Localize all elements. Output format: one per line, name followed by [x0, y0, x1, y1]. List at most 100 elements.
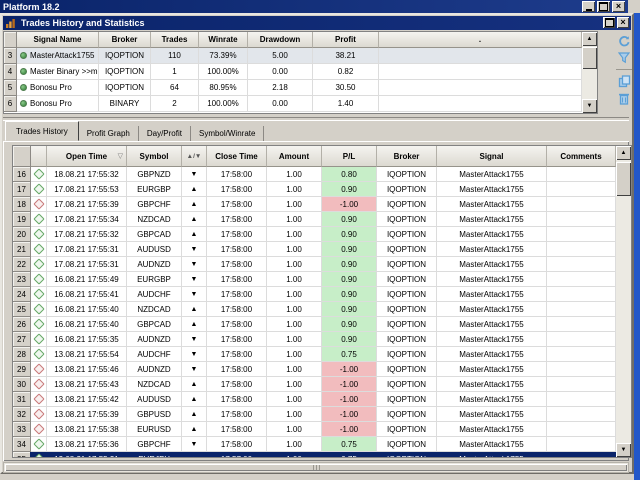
- profit-cell: 38.21: [313, 48, 379, 64]
- col-pl[interactable]: P/L: [322, 146, 377, 167]
- signal-cell: MasterAttack1755: [437, 392, 547, 407]
- symbol-cell: GBPNZD: [127, 167, 182, 182]
- signal-row[interactable]: 5 Bonosu Pro IQOPTION 64 80.95% 2.18 30.…: [4, 80, 582, 96]
- open-time-cell: 13.08.21 17:55:54: [47, 347, 127, 362]
- comments-cell: [547, 197, 616, 212]
- comments-cell: [547, 242, 616, 257]
- extra-cell: [379, 64, 582, 80]
- trades-scrollbar[interactable]: ▲ ▼: [616, 146, 631, 457]
- scroll-down-icon[interactable]: ▼: [616, 443, 631, 457]
- trade-row[interactable]: 16 18.08.21 17:55:32 GBPNZD ▼ 17:58:00 1…: [13, 167, 616, 182]
- amount-cell: 1.00: [267, 242, 322, 257]
- trade-row[interactable]: 35 13.08.21 17:55:31 EURJPY ▲ 17:57:00 1…: [13, 452, 616, 457]
- tab-day-profit[interactable]: Day/Profit: [139, 126, 191, 141]
- copy-icon[interactable]: [616, 74, 632, 88]
- scrollbar-thumb[interactable]: [616, 162, 631, 196]
- trade-row[interactable]: 30 13.08.21 17:55:43 NZDCAD ▲ 17:58:00 1…: [13, 377, 616, 392]
- profit-cell: 30.50: [313, 80, 379, 96]
- col-winrate[interactable]: Winrate: [199, 32, 248, 48]
- symbol-cell: NZDCAD: [127, 212, 182, 227]
- row-number: 21: [13, 242, 31, 257]
- drawdown-cell: 5.00: [248, 48, 313, 64]
- row-number: 27: [13, 332, 31, 347]
- trade-row[interactable]: 25 16.08.21 17:55:40 NZDCAD ▲ 17:58:00 1…: [13, 302, 616, 317]
- trade-result-icon: [32, 333, 45, 345]
- col-symbol[interactable]: Symbol: [127, 146, 182, 167]
- col-extra[interactable]: .: [379, 32, 582, 48]
- tab-profit-graph[interactable]: Profit Graph: [79, 126, 139, 141]
- row-number: 6: [4, 96, 17, 112]
- trade-row[interactable]: 26 16.08.21 17:55:40 GBPCAD ▲ 17:58:00 1…: [13, 317, 616, 332]
- trades-dialog: Trades History and Statistics × Signal N…: [0, 13, 634, 474]
- trade-row[interactable]: 18 17.08.21 17:55:39 GBPCHF ▲ 17:58:00 1…: [13, 197, 616, 212]
- amount-cell: 1.00: [267, 452, 322, 457]
- comments-cell: [547, 347, 616, 362]
- tab-trades-history[interactable]: Trades History: [5, 121, 79, 141]
- dialog-titlebar[interactable]: Trades History and Statistics ×: [3, 16, 631, 30]
- col-broker[interactable]: Broker: [99, 32, 151, 48]
- broker-cell: IQOPTION: [377, 377, 437, 392]
- trade-row[interactable]: 29 13.08.21 17:55:46 AUDNZD ▼ 17:58:00 1…: [13, 362, 616, 377]
- amount-cell: 1.00: [267, 197, 322, 212]
- close-time-cell: 17:57:00: [207, 452, 267, 457]
- signal-status-icon: [20, 52, 27, 59]
- signal-row[interactable]: 4 Master Binary >>mql5.com IQOPTION 1 10…: [4, 64, 582, 80]
- comments-cell: [547, 182, 616, 197]
- col-direction[interactable]: ▲/▼: [182, 146, 207, 167]
- signals-scrollbar[interactable]: ▲ ▼: [582, 32, 597, 113]
- drawdown-cell: 2.18: [248, 80, 313, 96]
- dialog-maximize-button[interactable]: [603, 17, 615, 28]
- extra-cell: [379, 96, 582, 112]
- comments-cell: [547, 212, 616, 227]
- col-broker[interactable]: Broker: [377, 146, 437, 167]
- trade-row[interactable]: 19 17.08.21 17:55:34 NZDCAD ▲ 17:58:00 1…: [13, 212, 616, 227]
- col-drawdown[interactable]: Drawdown: [248, 32, 313, 48]
- trades-cell: 2: [151, 96, 199, 112]
- signal-row[interactable]: 3 MasterAttack1755 IQOPTION 110 73.39% 5…: [4, 48, 582, 64]
- symbol-cell: NZDCAD: [127, 377, 182, 392]
- col-signal[interactable]: Signal: [437, 146, 547, 167]
- open-time-cell: 17.08.21 17:55:39: [47, 197, 127, 212]
- trade-row[interactable]: 32 13.08.21 17:55:39 GBPUSD ▲ 17:58:00 1…: [13, 407, 616, 422]
- platform-titlebar[interactable]: Platform 18.2 ×: [0, 0, 628, 13]
- scroll-down-icon[interactable]: ▼: [582, 99, 597, 113]
- col-profit[interactable]: Profit: [313, 32, 379, 48]
- signal-name-cell: Bonosu Pro: [17, 96, 99, 112]
- filter-icon[interactable]: [616, 51, 632, 65]
- trade-result-icon: [32, 438, 45, 450]
- scrollbar-thumb[interactable]: [5, 464, 627, 471]
- col-signal-name[interactable]: Signal Name: [17, 32, 99, 48]
- scroll-up-icon[interactable]: ▲: [582, 32, 597, 46]
- row-number: 35: [13, 452, 31, 457]
- trade-row[interactable]: 33 13.08.21 17:55:38 EURUSD ▲ 17:58:00 1…: [13, 422, 616, 437]
- tab-symbol-winrate[interactable]: Symbol/Winrate: [191, 126, 265, 141]
- col-trades[interactable]: Trades: [151, 32, 199, 48]
- delete-icon[interactable]: [616, 91, 632, 105]
- trade-row[interactable]: 17 17.08.21 17:55:53 EURGBP ▲ 17:58:00 1…: [13, 182, 616, 197]
- minimize-button[interactable]: [582, 1, 595, 12]
- direction-icon: ▲: [182, 317, 207, 332]
- scroll-up-icon[interactable]: ▲: [616, 146, 631, 160]
- broker-cell: IQOPTION: [377, 332, 437, 347]
- refresh-icon[interactable]: [616, 34, 632, 48]
- signal-row[interactable]: 6 Bonosu Pro BINARY 2 100.00% 0.00 1.40: [4, 96, 582, 112]
- trade-row[interactable]: 21 17.08.21 17:55:31 AUDUSD ▼ 17:58:00 1…: [13, 242, 616, 257]
- trade-row[interactable]: 31 13.08.21 17:55:42 AUDUSD ▲ 17:58:00 1…: [13, 392, 616, 407]
- scrollbar-thumb[interactable]: [582, 47, 597, 69]
- dialog-close-button[interactable]: ×: [617, 17, 629, 28]
- col-open-time[interactable]: Open Time ▽: [47, 146, 127, 167]
- trade-row[interactable]: 22 17.08.21 17:55:31 AUDNZD ▼ 17:58:00 1…: [13, 257, 616, 272]
- symbol-cell: GBPCAD: [127, 317, 182, 332]
- col-amount[interactable]: Amount: [267, 146, 322, 167]
- trade-row[interactable]: 20 17.08.21 17:55:32 GBPCAD ▲ 17:58:00 1…: [13, 227, 616, 242]
- col-close-time[interactable]: Close Time: [207, 146, 267, 167]
- col-comments[interactable]: Comments: [547, 146, 616, 167]
- trade-row[interactable]: 27 16.08.21 17:55:35 AUDNZD ▼ 17:58:00 1…: [13, 332, 616, 347]
- trade-row[interactable]: 34 13.08.21 17:55:36 GBPCHF ▼ 17:58:00 1…: [13, 437, 616, 452]
- trade-row[interactable]: 23 16.08.21 17:55:49 EURGBP ▼ 17:58:00 1…: [13, 272, 616, 287]
- horizontal-scrollbar[interactable]: [3, 462, 629, 473]
- trade-row[interactable]: 24 16.08.21 17:55:41 AUDCHF ▼ 17:58:00 1…: [13, 287, 616, 302]
- maximize-button[interactable]: [597, 1, 610, 12]
- close-button[interactable]: ×: [612, 1, 625, 12]
- trade-row[interactable]: 28 13.08.21 17:55:54 AUDCHF ▼ 17:58:00 1…: [13, 347, 616, 362]
